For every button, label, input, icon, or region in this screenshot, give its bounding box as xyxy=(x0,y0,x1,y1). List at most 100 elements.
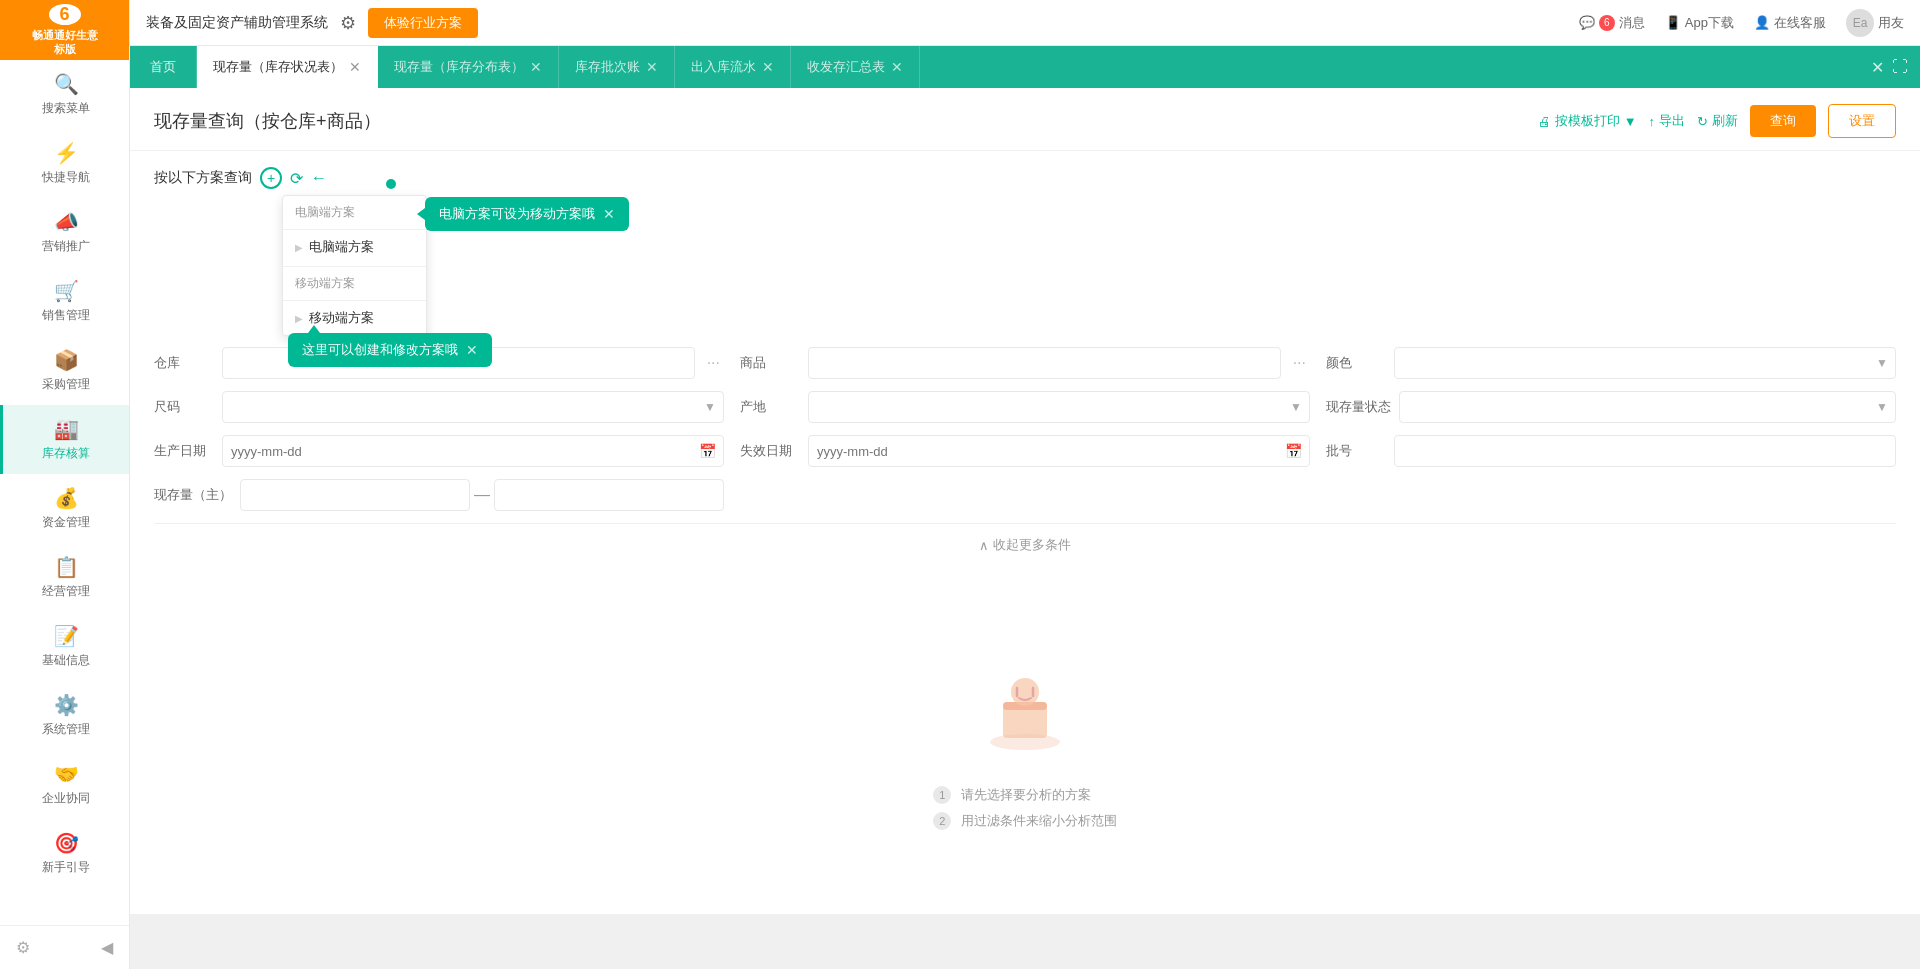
message-icon: 💬 xyxy=(1579,15,1595,30)
content-area: 现存量查询（按仓库+商品） 🖨 按模板打印 ▼ ↑ 导出 ↻ 刷新 xyxy=(130,88,1920,969)
scheme-item-pc[interactable]: ▶ 电脑端方案 xyxy=(283,230,426,264)
scheme-group-mobile: 移动端方案 xyxy=(283,266,426,301)
search-icon: 🔍 xyxy=(54,72,79,96)
connector-dot xyxy=(386,179,396,189)
sidebar-item-warehouse[interactable]: 🏭 库存核算 xyxy=(0,405,129,474)
tab-spacer xyxy=(920,46,1859,88)
print-arrow-icon: ▼ xyxy=(1624,114,1637,129)
close-all-tabs-icon[interactable]: ✕ xyxy=(1871,58,1884,77)
filter-field-stock-qty: 现存量（主） — xyxy=(154,479,724,511)
tab-batch-account[interactable]: 库存批次账 ✕ xyxy=(559,46,675,88)
message-button[interactable]: 💬 6 消息 xyxy=(1579,14,1645,32)
back-arrow-icon[interactable]: ← xyxy=(311,169,327,187)
scheme-item-mobile[interactable]: ▶ 移动端方案 xyxy=(283,301,426,335)
filter-row-4: 现存量（主） — xyxy=(154,479,1896,511)
refresh-scheme-icon[interactable]: ⟳ xyxy=(290,169,303,188)
box-icon: 📦 xyxy=(54,348,79,372)
filter-row-2: 尺码 ▼ 产地 ▼ xyxy=(154,391,1896,423)
sidebar-item-system[interactable]: ⚙️ 系统管理 xyxy=(0,681,129,750)
print-icon: 🖨 xyxy=(1538,114,1551,129)
origin-select[interactable] xyxy=(808,391,1310,423)
settings-icon[interactable]: ⚙ xyxy=(16,938,30,957)
sidebar-item-enterprise[interactable]: 🤝 企业协同 xyxy=(0,750,129,819)
sidebar-item-management[interactable]: 📋 经营管理 xyxy=(0,543,129,612)
svg-point-3 xyxy=(1011,678,1039,706)
sidebar-item-marketing[interactable]: 📣 营销推广 xyxy=(0,198,129,267)
expire-date-start-input[interactable] xyxy=(808,435,1310,467)
filter-header: 按以下方案查询 + ⟳ ← xyxy=(154,167,1896,189)
tooltip-scheme-info: 电脑方案可设为移动方案哦 ✕ xyxy=(425,197,629,231)
main-area: 装备及固定资产辅助管理系统 ⚙ 体验行业方案 💬 6 消息 📱 App下载 👤 … xyxy=(130,0,1920,969)
tab-summary[interactable]: 收发存汇总表 ✕ xyxy=(791,46,920,88)
tab-close-icon[interactable]: ✕ xyxy=(349,60,361,74)
filter-field-stock-status: 现存量状态 ▼ xyxy=(1326,391,1896,423)
goods-dots-icon[interactable]: ··· xyxy=(1289,354,1310,372)
app-download-button[interactable]: 📱 App下载 xyxy=(1665,14,1734,32)
empty-state: 1 请先选择要分析的方案 2 用过滤条件来缩小分析范围 xyxy=(130,582,1920,914)
collapse-sidebar-icon[interactable]: ◀ xyxy=(101,938,113,957)
tab-close-icon[interactable]: ✕ xyxy=(530,60,542,74)
scheme-group-pc: 电脑端方案 xyxy=(283,196,426,230)
tab-close-icon[interactable]: ✕ xyxy=(646,60,658,74)
stock-qty-min-input[interactable] xyxy=(240,479,470,511)
color-select[interactable] xyxy=(1394,347,1896,379)
stock-status-select[interactable] xyxy=(1399,391,1896,423)
tooltip1-close-icon[interactable]: ✕ xyxy=(603,206,615,222)
tab-home[interactable]: 首页 xyxy=(130,46,197,88)
empty-tip-2: 2 用过滤条件来缩小分析范围 xyxy=(933,808,1117,834)
scheme-list-dropdown: 电脑端方案 ▶ 电脑端方案 移动端方案 ▶ 移动端方案 xyxy=(282,195,427,336)
sidebar-item-guide[interactable]: 🎯 新手引导 xyxy=(0,819,129,888)
empty-tips: 1 请先选择要分析的方案 2 用过滤条件来缩小分析范围 xyxy=(933,782,1117,834)
export-icon: ↑ xyxy=(1649,114,1656,129)
sidebar-item-sales[interactable]: 🛒 销售管理 xyxy=(0,267,129,336)
expire-calendar-icon[interactable]: 📅 xyxy=(1285,443,1302,459)
tooltip2-arrow xyxy=(308,325,320,333)
size-select[interactable] xyxy=(222,391,724,423)
tab-bar: 首页 现存量（库存状况表） ✕ 现存量（库存分布表） ✕ 库存批次账 ✕ 出入库… xyxy=(130,46,1920,88)
megaphone-icon: 📣 xyxy=(54,210,79,234)
sidebar-item-search[interactable]: 🔍 搜索菜单 xyxy=(0,60,129,129)
tooltip-create-scheme: 这里可以创建和修改方案哦 ✕ xyxy=(288,333,492,367)
collapse-bar[interactable]: ∧ 收起更多条件 xyxy=(154,523,1896,566)
tab-stock-distribution[interactable]: 现存量（库存分布表） ✕ xyxy=(378,46,559,88)
tab-inout-flow[interactable]: 出入库流水 ✕ xyxy=(675,46,791,88)
sidebar-item-finance[interactable]: 💰 资金管理 xyxy=(0,474,129,543)
tooltip2-close-icon[interactable]: ✕ xyxy=(466,342,478,358)
logo-icon: 6 xyxy=(49,4,81,25)
reset-button[interactable]: 设置 xyxy=(1828,104,1896,138)
sidebar-item-basic-info[interactable]: 📝 基础信息 xyxy=(0,612,129,681)
user-button[interactable]: Ea 用友 xyxy=(1846,9,1904,37)
print-button[interactable]: 🖨 按模板打印 ▼ xyxy=(1538,112,1637,130)
tab-stock-status[interactable]: 现存量（库存状况表） ✕ xyxy=(197,46,378,88)
app-logo: 6 畅通通好生意 标版 xyxy=(0,0,129,60)
sidebar-item-quick-nav[interactable]: ⚡ 快捷导航 xyxy=(0,129,129,198)
stock-qty-max-input[interactable] xyxy=(494,479,724,511)
tab-actions: ✕ ⛶ xyxy=(1859,46,1920,88)
stock-qty-range: — xyxy=(240,479,724,511)
arrow-right-icon: ▶ xyxy=(295,242,303,253)
export-button[interactable]: ↑ 导出 xyxy=(1649,112,1686,130)
settings-gear-icon[interactable]: ⚙ xyxy=(340,12,356,34)
calendar-icon[interactable]: 📅 xyxy=(699,443,716,459)
filter-field-color: 颜色 ▼ xyxy=(1326,347,1896,379)
batch-input[interactable] xyxy=(1394,435,1896,467)
collapse-label: 收起更多条件 xyxy=(993,536,1071,554)
tooltip2-text: 这里可以创建和修改方案哦 xyxy=(302,341,458,359)
filter-field-batch: 批号 xyxy=(1326,435,1896,467)
message-badge: 6 xyxy=(1599,15,1615,31)
refresh-button[interactable]: ↻ 刷新 xyxy=(1697,112,1738,130)
query-button[interactable]: 查询 xyxy=(1750,105,1816,137)
sidebar-item-purchase[interactable]: 📦 采购管理 xyxy=(0,336,129,405)
empty-tip-1: 1 请先选择要分析的方案 xyxy=(933,782,1117,808)
online-support-button[interactable]: 👤 在线客服 xyxy=(1754,14,1826,32)
produce-date-start-input[interactable] xyxy=(222,435,724,467)
tab-close-icon[interactable]: ✕ xyxy=(762,60,774,74)
industry-plan-button[interactable]: 体验行业方案 xyxy=(368,8,478,38)
page-container: 现存量查询（按仓库+商品） 🖨 按模板打印 ▼ ↑ 导出 ↻ 刷新 xyxy=(130,88,1920,914)
add-scheme-button[interactable]: + xyxy=(260,167,282,189)
page-actions: 🖨 按模板打印 ▼ ↑ 导出 ↻ 刷新 查询 设置 xyxy=(1538,104,1896,138)
tab-close-icon[interactable]: ✕ xyxy=(891,60,903,74)
warehouse-dots-icon[interactable]: ··· xyxy=(703,354,724,372)
maximize-icon[interactable]: ⛶ xyxy=(1892,58,1908,76)
header-left: 装备及固定资产辅助管理系统 ⚙ 体验行业方案 xyxy=(146,8,478,38)
